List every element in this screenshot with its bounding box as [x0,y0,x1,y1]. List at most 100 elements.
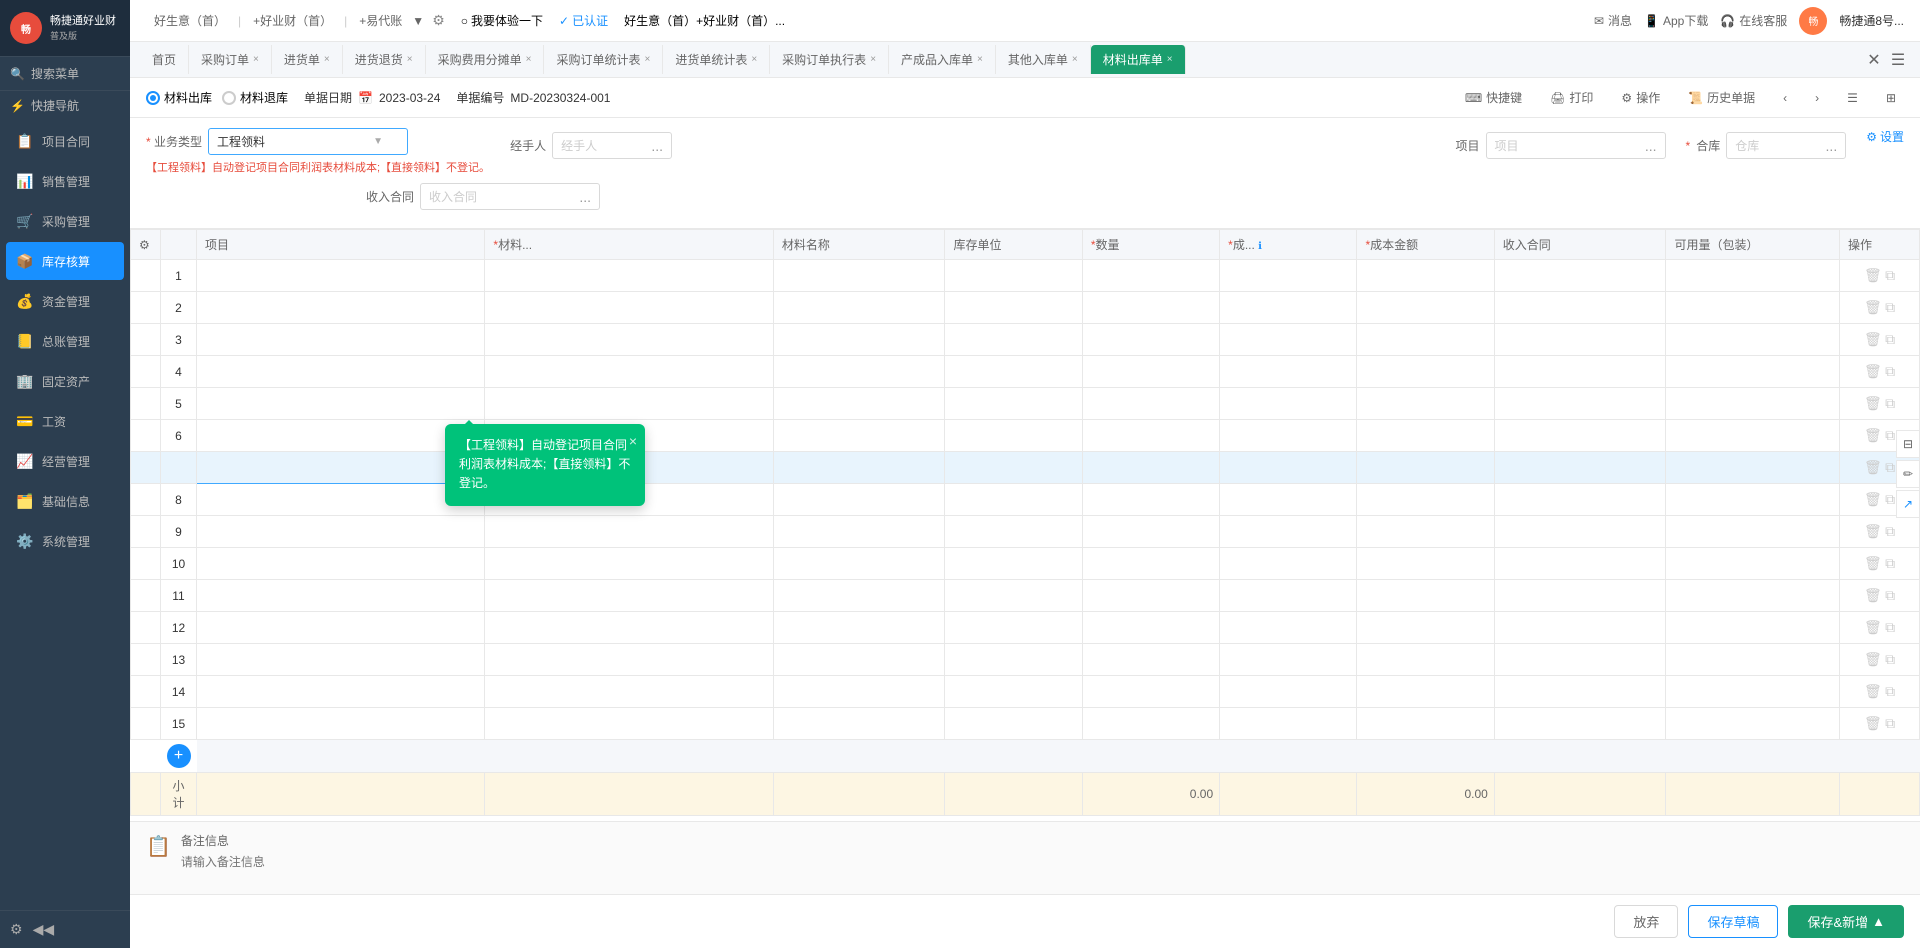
delete-row-10[interactable]: 🗑 [1864,555,1882,571]
delete-row-8[interactable]: 🗑 [1864,491,1882,507]
cell-qty-8[interactable] [1082,484,1219,516]
cell-name-6[interactable] [773,420,945,452]
cell-code-5[interactable] [485,388,773,420]
add-row-button[interactable]: + [167,744,191,768]
cell-project-13[interactable] [197,644,485,676]
sidebar-item-ops[interactable]: 📈经营管理 [6,442,124,480]
cell-name-13[interactable] [773,644,945,676]
copy-row-14[interactable]: ⧉ [1885,683,1895,699]
tab-close-3[interactable]: × [407,54,413,65]
handler-input[interactable]: 经手人 ... [552,132,672,159]
cell-price-11[interactable] [1220,580,1357,612]
cell-available-3[interactable] [1666,324,1840,356]
cell-available-9[interactable] [1666,516,1840,548]
nav-arrow[interactable]: ▼ [412,14,424,28]
cell-unit-6[interactable] [945,420,1082,452]
sidebar-item-project[interactable]: 📋项目合同 [6,122,124,160]
cell-unit-1[interactable] [945,260,1082,292]
cell-code-13[interactable] [485,644,773,676]
sidebar-item-sales[interactable]: 📊销售管理 [6,162,124,200]
delete-row-12[interactable]: 🗑 [1864,619,1882,635]
cell-qty-10[interactable] [1082,548,1219,580]
tab-close-1[interactable]: × [253,54,259,65]
tab-close-7[interactable]: × [870,54,876,65]
cell-qty-3[interactable] [1082,324,1219,356]
more-nav[interactable]: 好生意（首）+好业财（首）... [616,8,793,33]
collapse-icon[interactable]: ◀◀ [33,921,55,938]
cell-unit-13[interactable] [945,644,1082,676]
radio-material-return[interactable]: 材料退库 [222,89,288,106]
cell-project-15[interactable] [197,708,485,740]
cell-code-3[interactable] [485,324,773,356]
cell-available-12[interactable] [1666,612,1840,644]
cell-price-5[interactable] [1220,388,1357,420]
shortcut-btn[interactable]: ⌨ 快捷键 [1457,86,1530,109]
cell-amount-1[interactable] [1357,260,1494,292]
cell-price-7[interactable] [1220,452,1357,484]
cell-available-5[interactable] [1666,388,1840,420]
cell-amount-12[interactable] [1357,612,1494,644]
sidebar-item-finance[interactable]: 💰资金管理 [6,282,124,320]
cell-name-1[interactable] [773,260,945,292]
copy-row-8[interactable]: ⧉ [1885,491,1895,507]
cell-amount-4[interactable] [1357,356,1494,388]
cell-amount-10[interactable] [1357,548,1494,580]
cell-contract-13[interactable] [1494,644,1666,676]
cell-name-12[interactable] [773,612,945,644]
cell-available-1[interactable] [1666,260,1840,292]
cell-unit-5[interactable] [945,388,1082,420]
copy-row-4[interactable]: ⧉ [1885,363,1895,379]
cell-available-6[interactable] [1666,420,1840,452]
cell-unit-11[interactable] [945,580,1082,612]
copy-row-10[interactable]: ⧉ [1885,555,1895,571]
cell-qty-2[interactable] [1082,292,1219,324]
cell-name-5[interactable] [773,388,945,420]
cell-price-10[interactable] [1220,548,1357,580]
cell-available-10[interactable] [1666,548,1840,580]
col-settings-header[interactable]: ⚙ [131,230,161,260]
cell-price-1[interactable] [1220,260,1357,292]
view-list-btn[interactable]: ☰ [1839,88,1866,108]
message-btn[interactable]: ✉ 消息 [1594,12,1632,29]
cell-name-2[interactable] [773,292,945,324]
sidebar-item-assets[interactable]: 🏢固定资产 [6,362,124,400]
cell-name-8[interactable] [773,484,945,516]
cell-code-12[interactable] [485,612,773,644]
cell-amount-14[interactable] [1357,676,1494,708]
cell-qty-1[interactable] [1082,260,1219,292]
delete-row-11[interactable]: 🗑 [1864,587,1882,603]
right-tool-1[interactable]: ⊟ [1896,430,1920,458]
cell-available-7[interactable] [1666,452,1840,484]
delete-row-15[interactable]: 🗑 [1864,715,1882,731]
cell-name-9[interactable] [773,516,945,548]
topbar-settings-icon[interactable]: ⚙ [432,12,445,29]
cell-price-12[interactable] [1220,612,1357,644]
cell-amount-9[interactable] [1357,516,1494,548]
copy-row-1[interactable]: ⧉ [1885,267,1895,283]
date-icon[interactable]: 📅 [358,91,373,105]
tab-9[interactable]: 其他入库单× [996,45,1091,74]
income-contract-input[interactable]: 收入合同 ... [420,183,600,210]
cell-project-9[interactable] [197,516,485,548]
cell-contract-2[interactable] [1494,292,1666,324]
nav-item-0[interactable]: 好生意（首） [146,8,234,33]
sidebar-item-purchase[interactable]: 🛒采购管理 [6,202,124,240]
copy-row-13[interactable]: ⧉ [1885,651,1895,667]
copy-row-9[interactable]: ⧉ [1885,523,1895,539]
sidebar-search[interactable]: 🔍 搜索菜单 [0,57,130,91]
cell-qty-7[interactable] [1082,452,1219,484]
cell-available-4[interactable] [1666,356,1840,388]
cell-available-14[interactable] [1666,676,1840,708]
save-new-button[interactable]: 保存&新增 ▲ [1788,905,1904,938]
cell-name-14[interactable] [773,676,945,708]
copy-row-11[interactable]: ⧉ [1885,587,1895,603]
delete-row-5[interactable]: 🗑 [1864,395,1882,411]
cell-contract-12[interactable] [1494,612,1666,644]
cell-project-8[interactable] [197,484,485,516]
cell-code-4[interactable] [485,356,773,388]
tab-4[interactable]: 采购费用分摊单× [426,45,545,74]
cell-qty-11[interactable] [1082,580,1219,612]
delete-row-2[interactable]: 🗑 [1864,299,1882,315]
cell-name-10[interactable] [773,548,945,580]
copy-row-12[interactable]: ⧉ [1885,619,1895,635]
